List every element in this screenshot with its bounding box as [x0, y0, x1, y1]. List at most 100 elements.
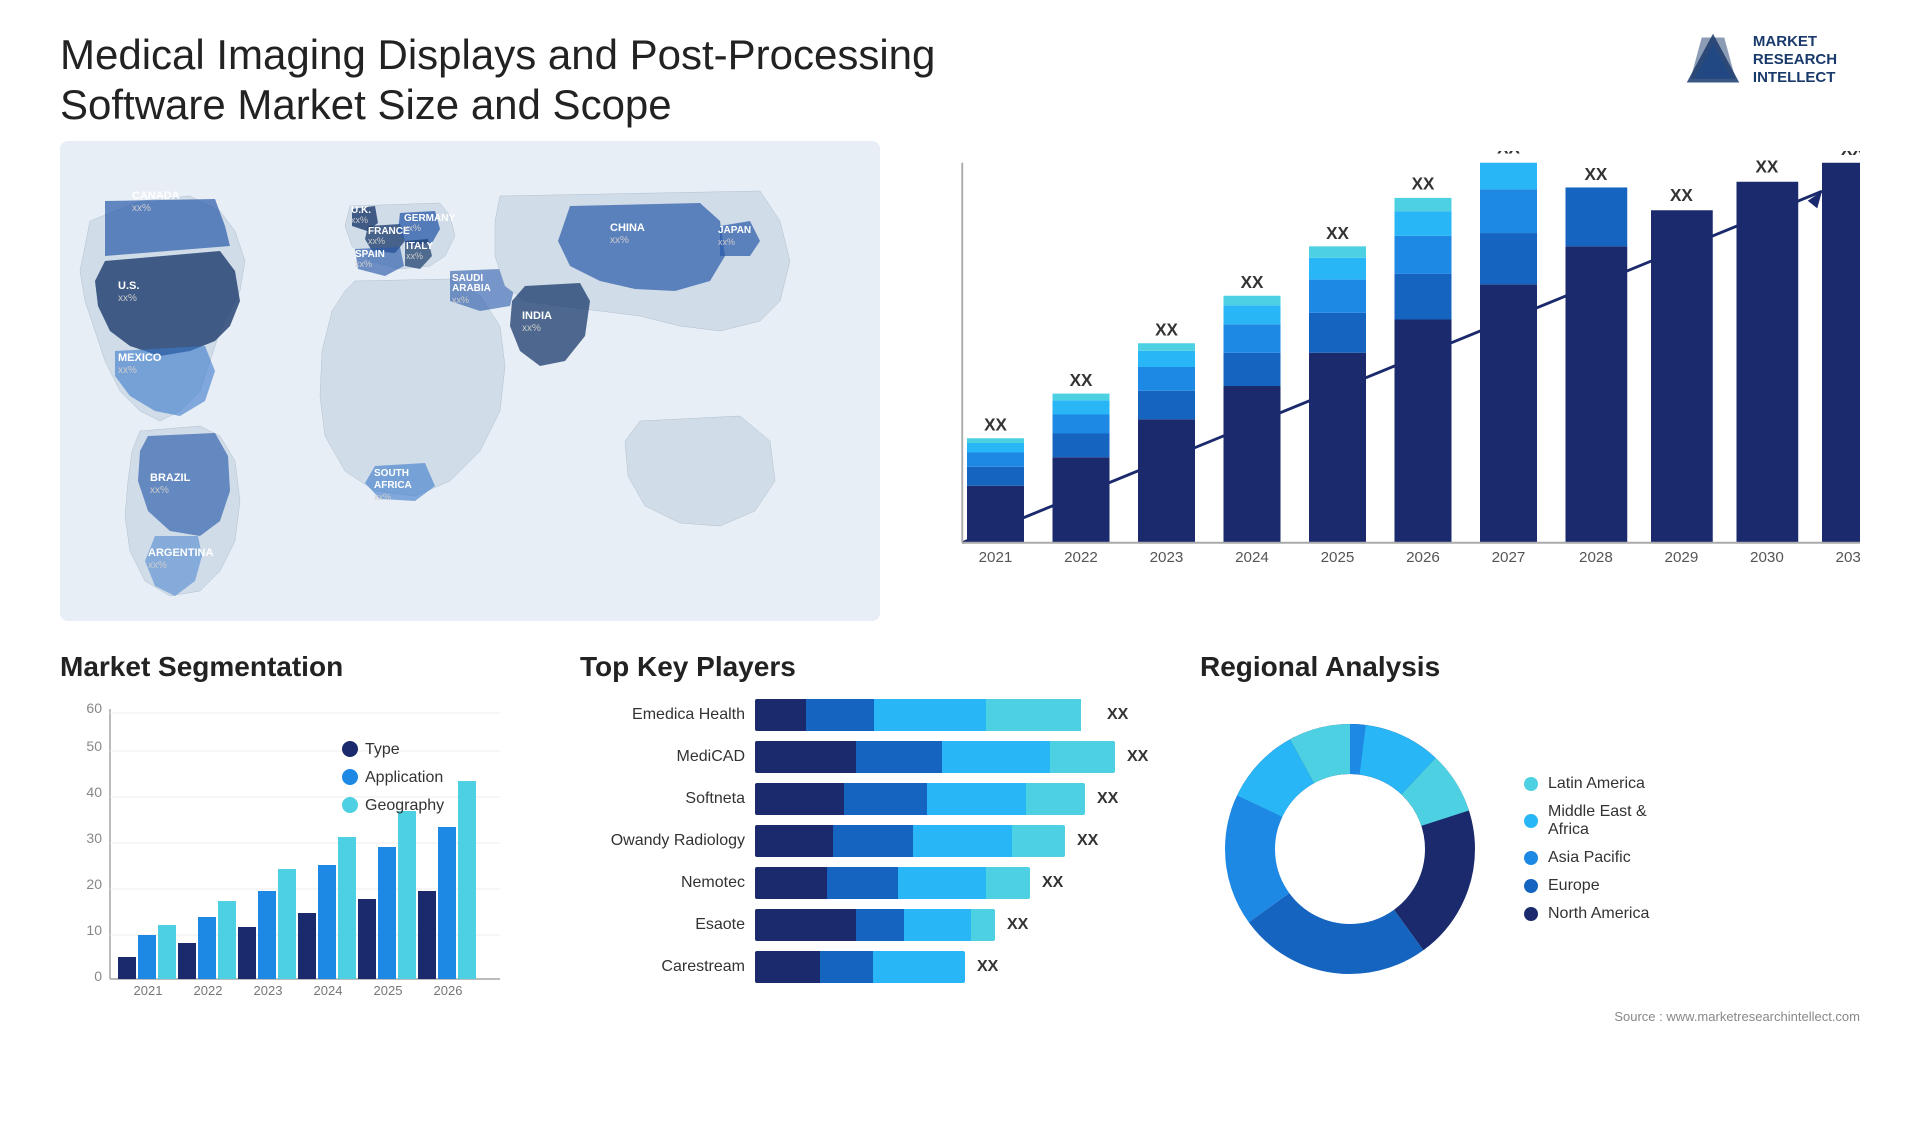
player-bar — [755, 783, 1085, 815]
svg-text:XX: XX — [1670, 186, 1693, 205]
player-row: Carestream XX — [580, 951, 1180, 983]
svg-text:30: 30 — [86, 830, 102, 846]
bar-chart-svg: XX 2021 XX 2022 — [910, 151, 1860, 621]
svg-text:ARABIA: ARABIA — [452, 283, 491, 294]
svg-text:JAPAN: JAPAN — [718, 225, 751, 236]
logo-icon — [1683, 30, 1743, 90]
regional-legend: Latin America Middle East &Africa Asia P… — [1524, 775, 1649, 923]
legend-dot-latin-america — [1524, 777, 1538, 791]
player-bar-wrap: XX — [755, 825, 1180, 857]
svg-text:XX: XX — [1497, 151, 1520, 157]
svg-text:XX: XX — [1241, 273, 1264, 292]
svg-text:XX: XX — [1841, 151, 1860, 159]
player-name: Nemotec — [580, 874, 745, 892]
legend-label-mea: Middle East &Africa — [1548, 803, 1647, 839]
player-name: Softneta — [580, 790, 745, 808]
svg-text:BRAZIL: BRAZIL — [150, 472, 191, 484]
svg-text:xx%: xx% — [118, 293, 137, 304]
svg-text:ARGENTINA: ARGENTINA — [148, 547, 213, 559]
svg-text:XX: XX — [1070, 371, 1093, 390]
svg-text:XX: XX — [1155, 320, 1178, 339]
players-list: Emedica Health XX MediCAD — [580, 699, 1180, 983]
svg-text:50: 50 — [86, 738, 102, 754]
player-bar — [755, 825, 1065, 857]
svg-text:xx%: xx% — [368, 236, 385, 246]
svg-text:2029: 2029 — [1665, 549, 1699, 566]
player-row: Nemotec XX — [580, 867, 1180, 899]
svg-text:U.S.: U.S. — [118, 280, 139, 292]
player-bar-wrap: XX — [755, 867, 1180, 899]
donut-wrap: Latin America Middle East &Africa Asia P… — [1200, 699, 1860, 999]
svg-text:2022: 2022 — [1064, 549, 1098, 566]
player-name: Emedica Health — [580, 706, 745, 724]
map-area: CANADA xx% U.S. xx% MEXICO xx% BRAZIL xx… — [60, 141, 880, 621]
svg-text:xx%: xx% — [351, 215, 368, 225]
svg-text:40: 40 — [86, 784, 102, 800]
svg-text:XX: XX — [984, 415, 1007, 434]
player-bar-wrap: XX — [755, 783, 1180, 815]
svg-text:2024: 2024 — [314, 983, 343, 998]
svg-text:2021: 2021 — [134, 983, 163, 998]
player-name: Esaote — [580, 916, 745, 934]
svg-text:XX: XX — [1412, 174, 1435, 193]
svg-text:2025: 2025 — [1321, 549, 1355, 566]
top-section: CANADA xx% U.S. xx% MEXICO xx% BRAZIL xx… — [60, 141, 1860, 621]
svg-text:XX: XX — [1326, 224, 1349, 243]
legend-item-north-america: North America — [1524, 905, 1649, 923]
legend-dot-mea — [1524, 814, 1538, 828]
svg-text:xx%: xx% — [148, 560, 167, 571]
svg-text:xx%: xx% — [718, 237, 735, 247]
svg-text:CHINA: CHINA — [610, 222, 645, 234]
svg-text:2027: 2027 — [1492, 549, 1526, 566]
players-panel: Top Key Players Emedica Health XX — [580, 651, 1180, 1044]
logo-box: MARKET RESEARCH INTELLECT — [1683, 30, 1837, 90]
svg-text:xx%: xx% — [150, 485, 169, 496]
logo-area: MARKET RESEARCH INTELLECT — [1660, 30, 1860, 90]
legend-label-europe: Europe — [1548, 877, 1600, 895]
svg-text:xx%: xx% — [118, 365, 137, 376]
legend-item-mea: Middle East &Africa — [1524, 803, 1649, 839]
segmentation-title: Market Segmentation — [60, 651, 560, 683]
svg-text:2022: 2022 — [194, 983, 223, 998]
svg-text:10: 10 — [86, 922, 102, 938]
legend-label-latin-america: Latin America — [1548, 775, 1645, 793]
svg-text:xx%: xx% — [522, 323, 541, 334]
svg-text:2021: 2021 — [979, 549, 1013, 566]
svg-text:2025: 2025 — [374, 983, 403, 998]
player-row: Owandy Radiology XX — [580, 825, 1180, 857]
svg-text:xx%: xx% — [406, 251, 423, 261]
svg-text:xx%: xx% — [610, 235, 629, 246]
bottom-section: Market Segmentation 0 10 20 30 40 50 60 — [60, 651, 1860, 1044]
player-bar — [755, 909, 995, 941]
regional-panel: Regional Analysis — [1200, 651, 1860, 1044]
svg-text:60: 60 — [86, 700, 102, 716]
svg-text:2028: 2028 — [1579, 549, 1613, 566]
page-container: Medical Imaging Displays and Post-Proces… — [0, 0, 1920, 1146]
player-bar-wrap: XX — [755, 909, 1180, 941]
svg-text:Type: Type — [365, 741, 400, 758]
svg-text:MEXICO: MEXICO — [118, 352, 162, 364]
svg-text:2023: 2023 — [1150, 549, 1184, 566]
svg-text:xx%: xx% — [132, 203, 151, 214]
player-bar-wrap: XX — [755, 951, 1180, 983]
player-bar — [755, 951, 965, 983]
svg-text:xx%: xx% — [355, 259, 372, 269]
svg-text:Geography: Geography — [365, 797, 444, 814]
player-value: XX — [1007, 916, 1028, 934]
svg-text:CANADA: CANADA — [132, 190, 180, 202]
svg-text:xx%: xx% — [404, 223, 421, 233]
svg-text:20: 20 — [86, 876, 102, 892]
svg-text:2026: 2026 — [1406, 549, 1440, 566]
svg-text:xx%: xx% — [452, 295, 469, 305]
world-map-svg: CANADA xx% U.S. xx% MEXICO xx% BRAZIL xx… — [60, 141, 880, 621]
svg-text:2026: 2026 — [434, 983, 463, 998]
legend-dot-europe — [1524, 879, 1538, 893]
svg-text:2030: 2030 — [1750, 549, 1784, 566]
legend-dot-north-america — [1524, 907, 1538, 921]
legend-dot-asia — [1524, 851, 1538, 865]
player-name: Owandy Radiology — [580, 832, 745, 850]
player-value: XX — [1077, 832, 1098, 850]
player-bar-wrap: XX — [755, 699, 1180, 731]
player-name: MediCAD — [580, 748, 745, 766]
player-row: Emedica Health XX — [580, 699, 1180, 731]
